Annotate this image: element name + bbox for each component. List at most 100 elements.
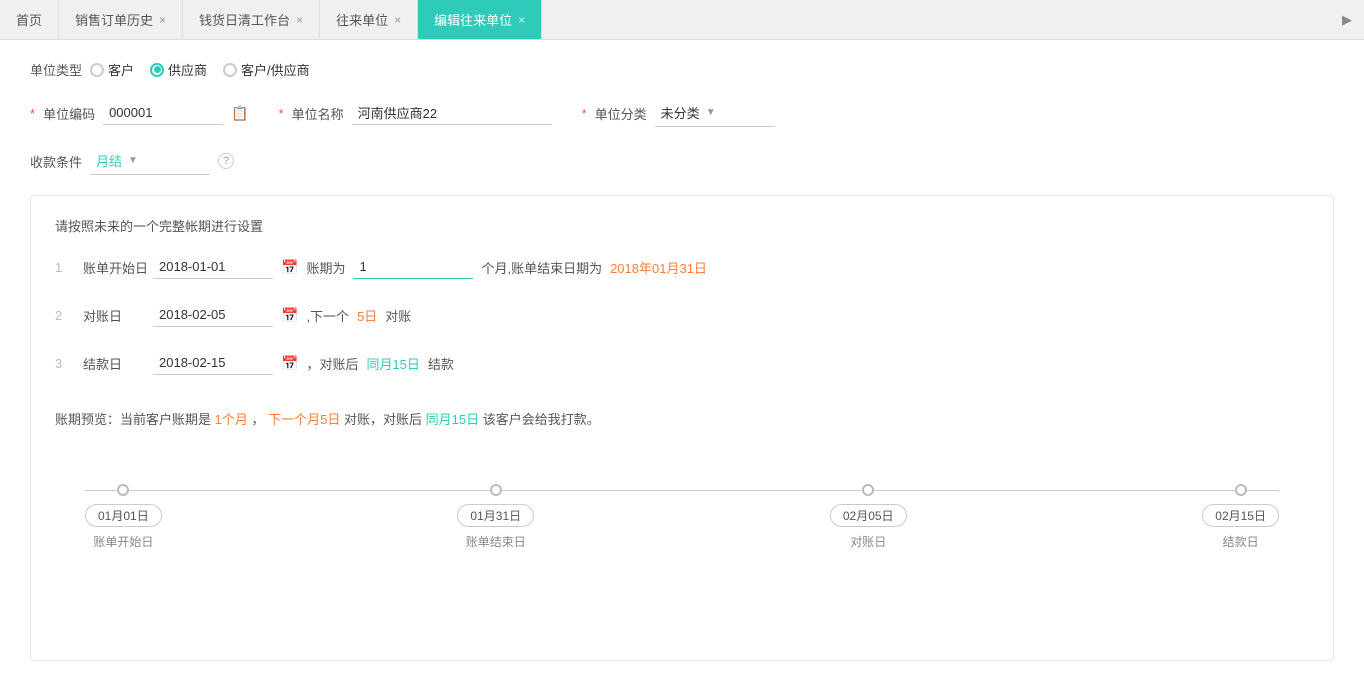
unit-class-label: 单位分类 [595, 104, 647, 123]
preview-sep1: ， [252, 412, 265, 427]
tab-home-label: 首页 [16, 10, 42, 29]
tab-sales-history-close[interactable]: × [159, 13, 166, 27]
row-2-label: 对账日 [83, 306, 153, 325]
radio-customer-circle [90, 63, 104, 77]
radio-both-label: 客户/供应商 [241, 60, 310, 79]
payment-help-icon[interactable]: ? [218, 153, 234, 169]
row-3-suffix: 结款 [428, 354, 454, 373]
unit-class-select[interactable]: 未分类 ▼ [655, 99, 775, 127]
row-3-prefix: ，对账后 [306, 354, 358, 373]
row-2-suffix: 对账 [385, 306, 411, 325]
timeline-nodes: 01月01日 账单开始日 01月31日 账单结束日 [85, 484, 1279, 550]
node-reconcile-label: 对账日 [850, 533, 886, 550]
unit-type-row: 单位类型 客户 供应商 客户/供应商 [30, 60, 1334, 79]
preview-sep2: 对账，对账后 [344, 412, 422, 427]
unit-type-label: 单位类型 [30, 60, 82, 79]
tab-partner[interactable]: 往来单位 × [320, 0, 418, 39]
node-reconcile-circle [862, 484, 874, 496]
tab-cash-work-label: 钱货日清工作台 [199, 10, 290, 29]
settings-box: 请按照未来的一个完整帐期进行设置 1 账单开始日 📅 账期为 个月,账单结束日期… [30, 195, 1334, 661]
row-1-date-input[interactable] [153, 255, 273, 279]
tab-edit-partner-close[interactable]: × [518, 13, 525, 27]
payment-row: 收款条件 月结 ▼ ? [30, 147, 1334, 175]
timeline-node-end: 01月31日 账单结束日 [457, 484, 534, 550]
unit-code-star: * [30, 106, 35, 121]
node-reconcile-badge: 02月05日 [830, 504, 907, 527]
tab-home[interactable]: 首页 [0, 0, 59, 39]
settings-row-2: 2 对账日 📅 ,下一个 5日 对账 [55, 303, 1309, 327]
settings-row-3: 3 结款日 📅 ，对账后 同月15日 结款 [55, 351, 1309, 375]
tab-bar: 首页 销售订单历史 × 钱货日清工作台 × 往来单位 × 编辑往来单位 × ▶ [0, 0, 1364, 40]
row-1-suffix-before: 账期为 [306, 258, 345, 277]
tab-sales-history[interactable]: 销售订单历史 × [59, 0, 183, 39]
radio-supplier[interactable]: 供应商 [150, 60, 207, 79]
row-1-end-date: 2018年01月31日 [610, 258, 707, 277]
row-1-suffix-after: 个月,账单结束日期为 [481, 258, 602, 277]
unit-code-input[interactable] [103, 101, 223, 125]
preview-end: 该客户会给我打款。 [483, 412, 600, 427]
row-3-cal-icon[interactable]: 📅 [281, 355, 298, 372]
radio-both-circle [223, 63, 237, 77]
payment-select[interactable]: 月结 ▼ [90, 147, 210, 175]
tab-partner-label: 往来单位 [336, 10, 388, 29]
payment-label: 收款条件 [30, 152, 82, 171]
tab-edit-partner[interactable]: 编辑往来单位 × [418, 0, 542, 39]
unit-code-copy-icon[interactable]: 📋 [231, 105, 248, 122]
tab-cash-work[interactable]: 钱货日清工作台 × [183, 0, 320, 39]
unit-name-star: * [279, 106, 284, 121]
tab-sales-history-label: 销售订单历史 [75, 10, 153, 29]
node-end-circle [490, 484, 502, 496]
preview-part2: 下一个月5日 [268, 412, 340, 427]
preview-part3: 同月15日 [426, 412, 479, 427]
timeline-node-reconcile: 02月05日 对账日 [830, 484, 907, 550]
unit-name-label: 单位名称 [292, 104, 344, 123]
payment-field: 收款条件 月结 ▼ ? [30, 147, 234, 175]
timeline: 01月01日 账单开始日 01月31日 账单结束日 [55, 448, 1309, 640]
unit-type-field: 单位类型 客户 供应商 客户/供应商 [30, 60, 310, 79]
node-payment-circle [1235, 484, 1247, 496]
preview-text: 账期预览：当前客户账期是 1个月 ， 下一个月5日 对账，对账后 同月15日 该… [55, 399, 1309, 448]
timeline-node-start: 01月01日 账单开始日 [85, 484, 162, 550]
row-1-value: 📅 账期为 个月,账单结束日期为 2018年01月31日 [153, 255, 707, 279]
payment-chevron-icon: ▼ [128, 155, 138, 166]
row-2-num: 2 [55, 308, 83, 323]
unit-code-label: 单位编码 [43, 104, 95, 123]
row-3-date-input[interactable] [153, 351, 273, 375]
row-2-cal-icon[interactable]: 📅 [281, 307, 298, 324]
node-start-badge: 01月01日 [85, 504, 162, 527]
settings-title: 请按照未来的一个完整帐期进行设置 [55, 216, 1309, 235]
row-1-cal-icon[interactable]: 📅 [281, 259, 298, 276]
unit-name-input[interactable] [352, 101, 552, 125]
radio-both[interactable]: 客户/供应商 [223, 60, 310, 79]
radio-customer[interactable]: 客户 [90, 60, 134, 79]
node-payment-label: 结款日 [1223, 533, 1259, 550]
row-2-value: 📅 ,下一个 5日 对账 [153, 303, 411, 327]
unit-code-field: * 单位编码 📋 [30, 101, 249, 125]
preview-label: 账期预览：当前客户账期是 [55, 412, 211, 427]
row-1-period-input[interactable] [353, 255, 473, 279]
row-1-label: 账单开始日 [83, 258, 153, 277]
row-3-label: 结款日 [83, 354, 153, 373]
radio-supplier-label: 供应商 [168, 60, 207, 79]
radio-customer-label: 客户 [108, 60, 134, 79]
unit-class-value: 未分类 [661, 103, 700, 122]
tab-cash-work-close[interactable]: × [296, 13, 303, 27]
main-content: 单位类型 客户 供应商 客户/供应商 * 单位编码 [0, 40, 1364, 697]
radio-supplier-circle [150, 63, 164, 77]
row-2-prefix: ,下一个 [306, 306, 349, 325]
timeline-node-payment: 02月15日 结款日 [1202, 484, 1279, 550]
unit-class-star: * [582, 106, 587, 121]
row-1-num: 1 [55, 260, 83, 275]
node-end-label: 账单结束日 [466, 533, 526, 550]
unit-type-radio-group: 客户 供应商 客户/供应商 [90, 60, 310, 79]
payment-value: 月结 [96, 151, 122, 170]
tab-partner-close[interactable]: × [394, 13, 401, 27]
row-3-value: 📅 ，对账后 同月15日 结款 [153, 351, 454, 375]
node-payment-badge: 02月15日 [1202, 504, 1279, 527]
row-3-num: 3 [55, 356, 83, 371]
row-2-date-input[interactable] [153, 303, 273, 327]
unit-name-field: * 单位名称 [279, 101, 552, 125]
preview-part1: 1个月 [215, 412, 248, 427]
tab-expand-button[interactable]: ▶ [1330, 0, 1364, 39]
unit-info-row: * 单位编码 📋 * 单位名称 * 单位分类 未分类 ▼ [30, 99, 1334, 127]
